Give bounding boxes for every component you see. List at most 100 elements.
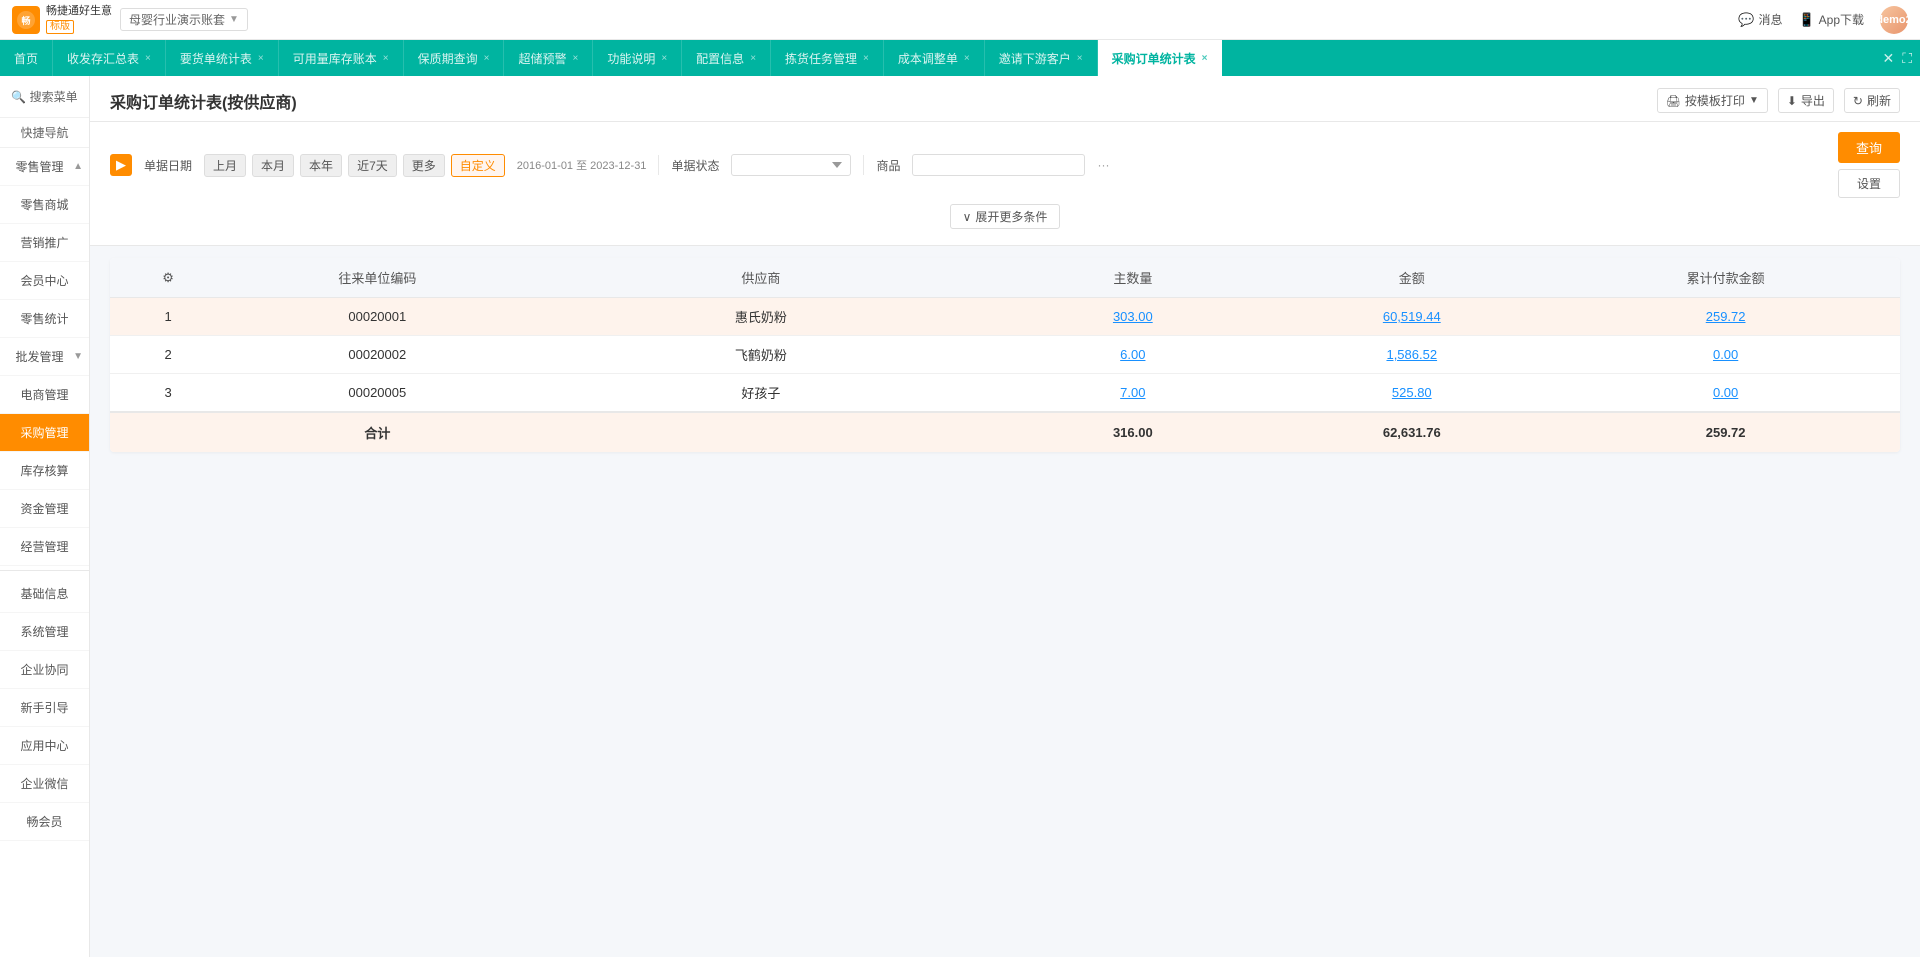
sidebar-item-member-center[interactable]: 会员中心 xyxy=(0,262,89,300)
sidebar-item-marketing[interactable]: 营销推广 xyxy=(0,224,89,262)
tab-overstock-alert-close-icon[interactable]: × xyxy=(572,53,578,64)
sidebar-item-system-mgmt-label: 系统管理 xyxy=(6,623,83,640)
workspace-selector[interactable]: 母婴行业演示账套 ▼ xyxy=(120,8,248,31)
date-quick-this-month[interactable]: 本月 xyxy=(252,154,294,177)
tab-cost-adjust-close-icon[interactable]: × xyxy=(964,53,970,64)
tab-invite-downstream-close-icon[interactable]: × xyxy=(1077,53,1083,64)
goods-more-icon[interactable]: ··· xyxy=(1097,158,1109,172)
goods-filter-label: 商品 xyxy=(876,157,900,174)
tab-purchase-stat[interactable]: 采购订单统计表 × xyxy=(1098,40,1223,76)
app-download-button[interactable]: 📱 App下载 xyxy=(1798,11,1864,28)
cell-amount-2: 525.80 xyxy=(1272,374,1551,413)
tab-overstock-alert[interactable]: 超储预警 × xyxy=(504,40,593,76)
quick-nav-button[interactable]: 快捷导航 xyxy=(0,118,89,148)
sidebar-item-app-center[interactable]: 应用中心 xyxy=(0,727,89,765)
user-avatar[interactable]: demo2 xyxy=(1880,6,1908,34)
sidebar-item-wholesale-mgmt[interactable]: 批发管理 ▼ xyxy=(0,338,89,376)
cell-qty-2: 7.00 xyxy=(993,374,1272,413)
tab-config-info-close-icon[interactable]: × xyxy=(750,53,756,64)
qty-link-1[interactable]: 6.00 xyxy=(1120,347,1145,362)
sidebar-item-inventory-check[interactable]: 库存核算 xyxy=(0,452,89,490)
paid-link-2[interactable]: 0.00 xyxy=(1713,385,1738,400)
tab-available-stock[interactable]: 可用量库存账本 × xyxy=(279,40,404,76)
qty-link-2[interactable]: 7.00 xyxy=(1120,385,1145,400)
date-quick-7days[interactable]: 近7天 xyxy=(348,154,397,177)
amount-link-2[interactable]: 525.80 xyxy=(1392,385,1432,400)
nav-close-icon[interactable]: ✕ xyxy=(1882,50,1894,67)
sidebar-item-enterprise-collab[interactable]: 企业协同 xyxy=(0,651,89,689)
amount-link-0[interactable]: 60,519.44 xyxy=(1383,309,1441,324)
settings-button[interactable]: 设置 xyxy=(1838,169,1900,198)
tab-stow-task-close-icon[interactable]: × xyxy=(863,53,869,64)
user-name: demo2 xyxy=(1876,14,1911,26)
sidebar-item-basic-info[interactable]: 基础信息 xyxy=(0,575,89,613)
paid-link-0[interactable]: 259.72 xyxy=(1706,309,1746,324)
message-button[interactable]: 💬 消息 xyxy=(1738,11,1782,28)
tab-function-desc-close-icon[interactable]: × xyxy=(661,53,667,64)
search-label: 搜索菜单 xyxy=(30,90,78,104)
cell-supplier-1: 飞鹤奶粉 xyxy=(528,336,993,374)
col-settings-icon[interactable]: ⚙ xyxy=(162,270,174,285)
sidebar-item-member-center-label: 会员中心 xyxy=(6,272,83,289)
sidebar-item-operation-mgmt[interactable]: 经营管理 xyxy=(0,528,89,566)
search-menu-button[interactable]: 🔍 搜索菜单 xyxy=(6,84,83,109)
tab-order-summary[interactable]: 要货单统计表 × xyxy=(166,40,279,76)
tab-purchase-stat-close-icon[interactable]: × xyxy=(1202,53,1208,64)
tab-cost-adjust[interactable]: 成本调整单 × xyxy=(884,40,985,76)
top-bar-left: 畅 畅捷通好生意 标版 母婴行业演示账套 ▼ xyxy=(12,5,248,33)
template-print-button[interactable]: 🖨 按模板打印 ▼ xyxy=(1657,88,1768,113)
nav-expand-icon[interactable]: ⛶ xyxy=(1902,50,1912,67)
sidebar-item-purchase-mgmt[interactable]: 采购管理 xyxy=(0,414,89,452)
sidebar-item-new-guide[interactable]: 新手引导 xyxy=(0,689,89,727)
sidebar-item-member[interactable]: 畅会员 xyxy=(0,803,89,841)
footer-amount: 62,631.76 xyxy=(1272,412,1551,452)
tab-order-summary-close-icon[interactable]: × xyxy=(258,53,264,64)
tab-receive-summary-close-icon[interactable]: × xyxy=(145,53,151,64)
date-range-display: 2016-01-01 至 2023-12-31 xyxy=(517,157,647,173)
tab-stow-task[interactable]: 拣货任务管理 × xyxy=(771,40,884,76)
refresh-icon: ↻ xyxy=(1853,94,1863,108)
amount-link-1[interactable]: 1,586.52 xyxy=(1386,347,1437,362)
filter-toggle-button[interactable]: ▶ xyxy=(110,154,132,176)
sidebar-item-finance-mgmt[interactable]: 资金管理 xyxy=(0,490,89,528)
tab-overstock-alert-label: 超储预警 xyxy=(518,50,566,67)
sidebar-item-retail-store[interactable]: 零售商城 xyxy=(0,186,89,224)
refresh-button[interactable]: ↻ 刷新 xyxy=(1844,88,1900,113)
query-button[interactable]: 查询 xyxy=(1838,132,1900,163)
expand-more-button[interactable]: ∨ 展开更多条件 xyxy=(950,204,1061,229)
sidebar-item-system-mgmt[interactable]: 系统管理 xyxy=(0,613,89,651)
paid-link-1[interactable]: 0.00 xyxy=(1713,347,1738,362)
app-download-icon: 📱 xyxy=(1798,12,1814,28)
qty-link-0[interactable]: 303.00 xyxy=(1113,309,1153,324)
date-custom-button[interactable]: 自定义 xyxy=(451,154,505,177)
tab-home-label: 首页 xyxy=(14,50,38,67)
tab-function-desc[interactable]: 功能说明 × xyxy=(593,40,682,76)
sidebar-item-retail-mgmt[interactable]: 零售管理 ▲ xyxy=(0,148,89,186)
tab-invite-downstream[interactable]: 邀请下游客户 × xyxy=(985,40,1098,76)
filter-actions: 查询 设置 xyxy=(1838,132,1900,198)
workspace-chevron-icon: ▼ xyxy=(229,14,239,25)
sidebar-item-inventory-check-label: 库存核算 xyxy=(6,462,83,479)
tab-expiry-query-close-icon[interactable]: × xyxy=(484,53,490,64)
tab-home[interactable]: 首页 xyxy=(0,40,53,76)
tab-expiry-query[interactable]: 保质期查询 × xyxy=(404,40,505,76)
tab-config-info-label: 配置信息 xyxy=(696,50,744,67)
status-select[interactable] xyxy=(731,154,851,176)
export-label: 导出 xyxy=(1801,92,1825,109)
cell-qty-0: 303.00 xyxy=(993,298,1272,336)
goods-input[interactable] xyxy=(912,154,1085,176)
col-header-paid: 累计付款金额 xyxy=(1551,258,1900,298)
tab-receive-summary[interactable]: 收发存汇总表 × xyxy=(53,40,166,76)
sidebar-item-retail-stats-label: 零售统计 xyxy=(6,310,83,327)
col-header-qty: 主数量 xyxy=(993,258,1272,298)
refresh-label: 刷新 xyxy=(1867,92,1891,109)
sidebar-item-ecommerce-mgmt[interactable]: 电商管理 xyxy=(0,376,89,414)
sidebar-item-retail-stats[interactable]: 零售统计 xyxy=(0,300,89,338)
date-quick-last-month[interactable]: 上月 xyxy=(204,154,246,177)
date-quick-more[interactable]: 更多 xyxy=(403,154,445,177)
tab-config-info[interactable]: 配置信息 × xyxy=(682,40,771,76)
sidebar-item-enterprise-wechat[interactable]: 企业微信 xyxy=(0,765,89,803)
tab-available-stock-close-icon[interactable]: × xyxy=(383,53,389,64)
date-quick-this-year[interactable]: 本年 xyxy=(300,154,342,177)
export-button[interactable]: ⬇ 导出 xyxy=(1778,88,1834,113)
